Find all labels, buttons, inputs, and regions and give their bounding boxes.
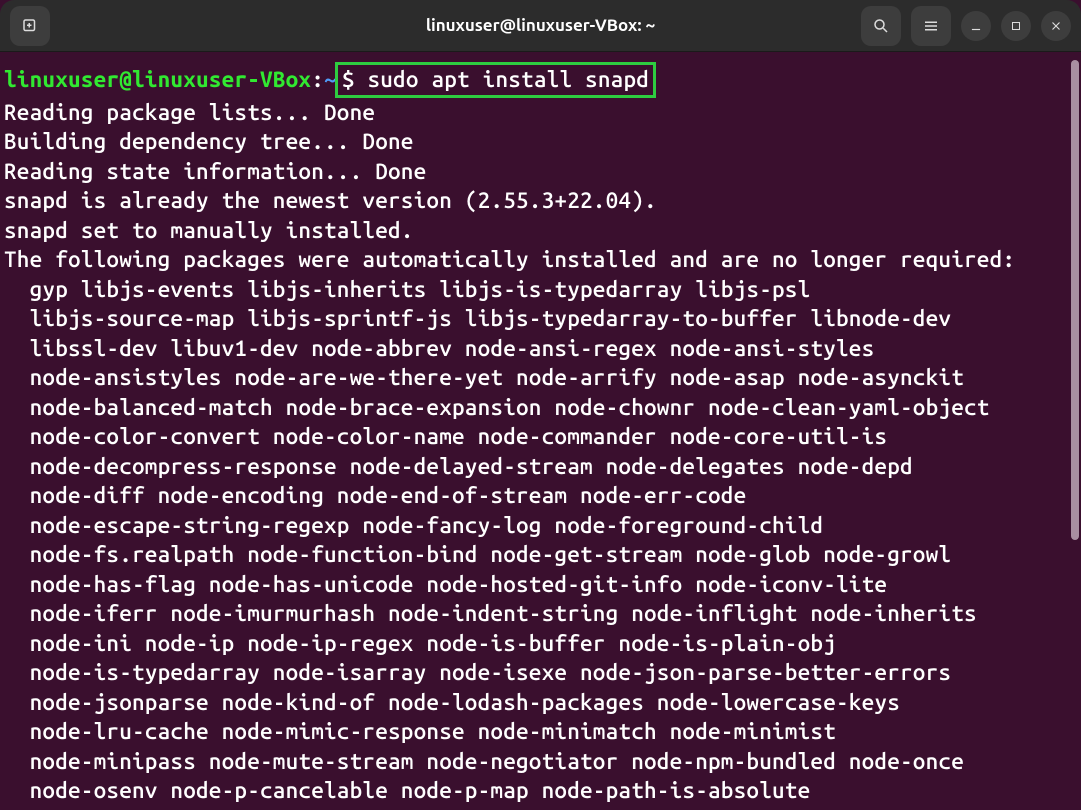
hamburger-icon — [922, 17, 940, 35]
terminal-output: Reading package lists... Done Building d… — [4, 98, 1077, 806]
prompt-user-host: linuxuser@linuxuser-VBox — [4, 67, 311, 92]
close-icon — [1049, 19, 1063, 33]
menu-button[interactable] — [911, 6, 951, 46]
scrollbar-thumb[interactable] — [1071, 60, 1079, 540]
new-tab-button[interactable] — [10, 6, 50, 46]
command-text: sudo apt install snapd — [367, 67, 649, 92]
prompt-colon: : — [311, 67, 324, 92]
search-icon — [872, 17, 890, 35]
minimize-icon — [969, 19, 983, 33]
prompt-dollar: $ — [342, 67, 368, 92]
minimize-button[interactable] — [961, 11, 991, 41]
terminal-body[interactable]: linuxuser@linuxuser-VBox:~$ sudo apt ins… — [0, 52, 1081, 810]
titlebar-right — [861, 6, 1071, 46]
close-button[interactable] — [1041, 11, 1071, 41]
search-button[interactable] — [861, 6, 901, 46]
maximize-button[interactable] — [1001, 11, 1031, 41]
titlebar-left — [10, 6, 50, 46]
window-titlebar: linuxuser@linuxuser-VBox: ~ — [0, 0, 1081, 52]
window-title: linuxuser@linuxuser-VBox: ~ — [426, 16, 655, 35]
command-highlight: $ sudo apt install snapd — [335, 62, 656, 98]
maximize-icon — [1010, 20, 1022, 32]
